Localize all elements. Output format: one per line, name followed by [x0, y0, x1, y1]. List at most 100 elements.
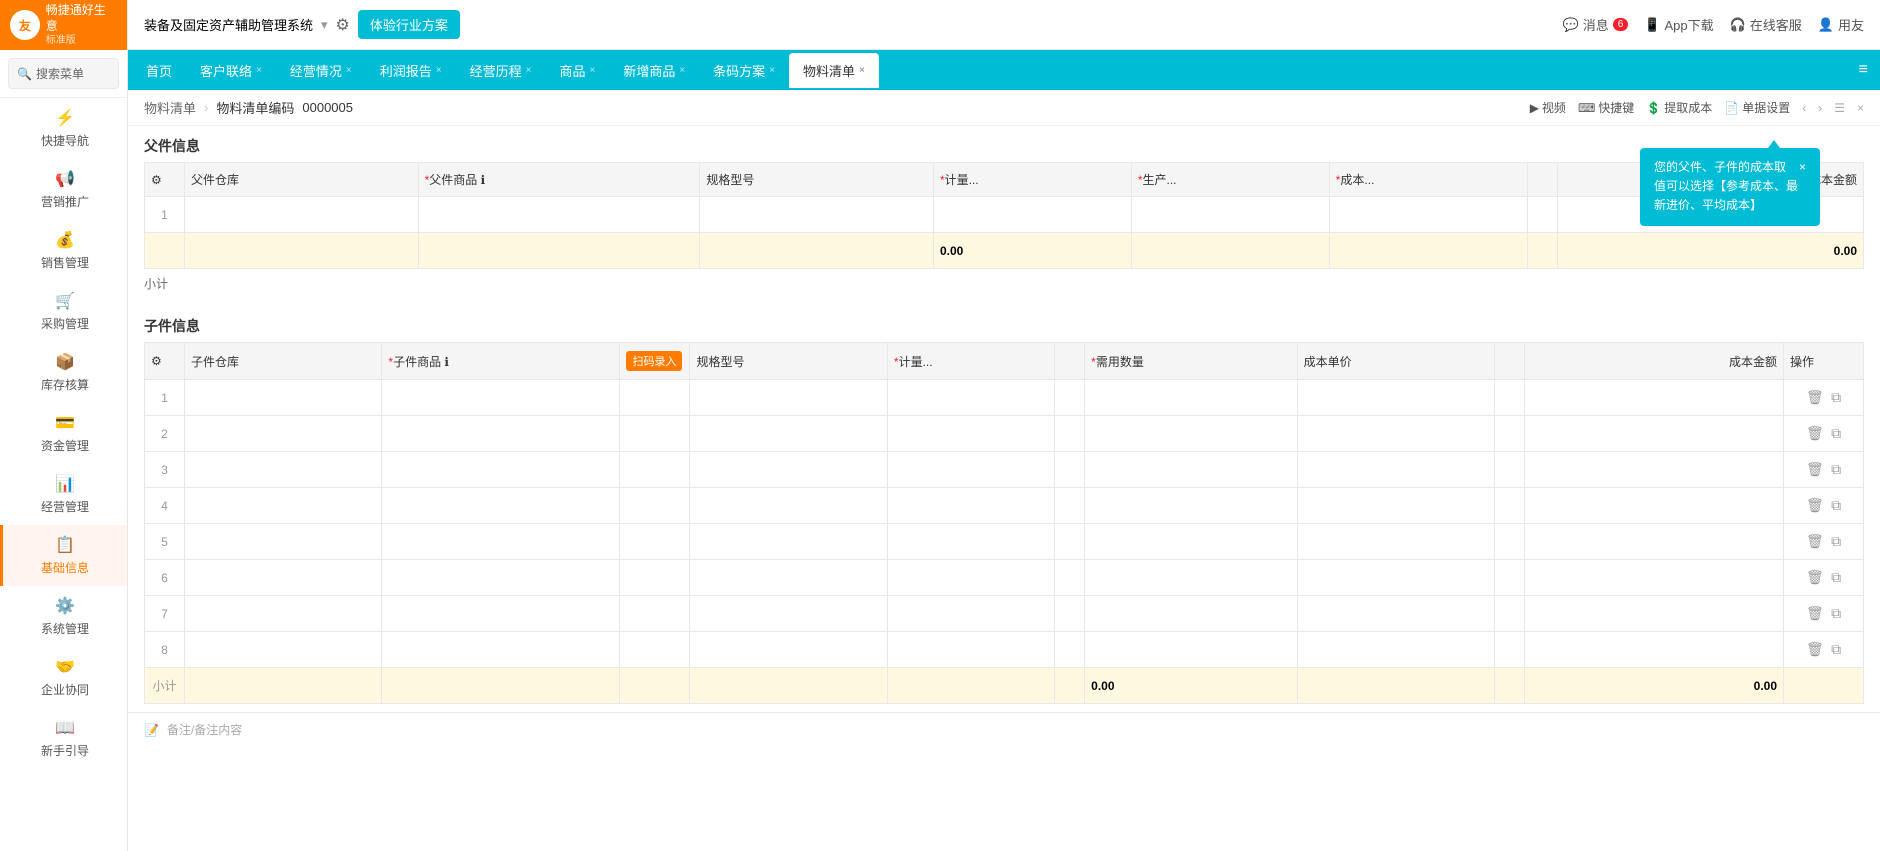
child-spec-cell[interactable] [690, 452, 887, 488]
delete-icon[interactable]: 🗑 [1806, 389, 1824, 405]
sidebar-item-purchase[interactable]: 🛒 采购管理 [0, 281, 127, 342]
tooltip-close-button[interactable]: × [1799, 158, 1806, 177]
child-warehouse-cell[interactable] [185, 416, 382, 452]
video-toolbar-item[interactable]: ▶ 视频 [1530, 99, 1566, 116]
child-unit-cost-cell[interactable] [1297, 488, 1494, 524]
child-warehouse-cell[interactable] [185, 632, 382, 668]
child-warehouse-cell[interactable] [185, 488, 382, 524]
cost-toolbar-item[interactable]: 💲 提取成本 [1646, 99, 1712, 116]
child-unit-cost-cell[interactable] [1297, 524, 1494, 560]
parent-cost-cell[interactable] [1329, 197, 1527, 233]
child-spec-cell[interactable] [690, 560, 887, 596]
child-spec-cell[interactable] [690, 488, 887, 524]
child-goods-cell[interactable] [382, 632, 620, 668]
tab-add-goods[interactable]: 新增商品 × [609, 53, 699, 88]
child-unit-cell[interactable] [887, 632, 1054, 668]
tab-home[interactable]: 首页 [132, 53, 186, 88]
child-warehouse-cell[interactable] [185, 452, 382, 488]
app-download-item[interactable]: 📱 App下载 [1644, 15, 1713, 34]
tab-close-icon[interactable]: × [436, 65, 442, 76]
child-unit-cost-cell[interactable] [1297, 416, 1494, 452]
tab-close-icon[interactable]: × [256, 65, 262, 76]
scan-input-button[interactable]: 扫码录入 [626, 351, 682, 371]
delete-icon[interactable]: 🗑 [1806, 533, 1824, 549]
child-warehouse-cell[interactable] [185, 560, 382, 596]
parent-warehouse-cell[interactable] [185, 197, 419, 233]
sidebar-item-guide[interactable]: 📖 新手引导 [0, 708, 127, 769]
child-spec-cell[interactable] [690, 380, 887, 416]
shortcut-toolbar-item[interactable]: ⌨ 快捷键 [1578, 99, 1634, 116]
parent-production-cell[interactable] [1131, 197, 1329, 233]
child-unit-cell[interactable] [887, 488, 1054, 524]
user-item[interactable]: 👤 用友 [1818, 15, 1864, 34]
child-unit-cell[interactable] [887, 596, 1054, 632]
delete-icon[interactable]: 🗑 [1806, 425, 1824, 441]
child-warehouse-cell[interactable] [185, 596, 382, 632]
dropdown-arrow-icon[interactable]: ▾ [321, 17, 328, 33]
tab-barcode[interactable]: 条码方案 × [699, 53, 789, 88]
copy-icon[interactable]: ⧉ [1831, 461, 1841, 477]
sidebar-item-quick-nav[interactable]: ⚡ 快捷导航 [0, 98, 127, 159]
tab-goods[interactable]: 商品 × [545, 53, 609, 88]
child-qty-cell[interactable] [1085, 488, 1298, 524]
experience-button[interactable]: 体验行业方案 [358, 10, 460, 39]
parent-goods-cell[interactable] [418, 197, 700, 233]
nav-prev-icon[interactable]: ‹ [1802, 101, 1806, 115]
copy-icon[interactable]: ⧉ [1831, 389, 1841, 405]
copy-icon[interactable]: ⧉ [1831, 497, 1841, 513]
search-menu-button[interactable]: 🔍 搜索菜单 [8, 58, 119, 89]
child-goods-cell[interactable] [382, 380, 620, 416]
copy-icon[interactable]: ⧉ [1831, 641, 1841, 657]
parent-settings-col[interactable]: ⚙ [145, 163, 185, 197]
child-unit-cost-cell[interactable] [1297, 380, 1494, 416]
child-goods-cell[interactable] [382, 488, 620, 524]
child-spec-cell[interactable] [690, 596, 887, 632]
child-unit-cell[interactable] [887, 524, 1054, 560]
nav-next-icon[interactable]: › [1818, 101, 1822, 115]
child-unit-cell[interactable] [887, 560, 1054, 596]
child-spec-cell[interactable] [690, 632, 887, 668]
child-spec-cell[interactable] [690, 416, 887, 452]
child-qty-cell[interactable] [1085, 632, 1298, 668]
child-goods-cell[interactable] [382, 596, 620, 632]
online-service-item[interactable]: 🎧 在线客服 [1730, 15, 1802, 34]
sidebar-item-finance[interactable]: 💳 资金管理 [0, 403, 127, 464]
child-settings-col[interactable]: ⚙ [145, 343, 185, 380]
close-page-icon[interactable]: × [1857, 101, 1864, 115]
child-spec-cell[interactable] [690, 524, 887, 560]
tab-operation-history[interactable]: 经营历程 × [456, 53, 546, 88]
delete-icon[interactable]: 🗑 [1806, 497, 1824, 513]
settings-toolbar-item[interactable]: 📄 单据设置 [1724, 99, 1790, 116]
sidebar-item-system[interactable]: ⚙️ 系统管理 [0, 586, 127, 647]
tab-close-icon[interactable]: × [526, 65, 532, 76]
copy-icon[interactable]: ⧉ [1831, 533, 1841, 549]
delete-icon[interactable]: 🗑 [1806, 569, 1824, 585]
child-unit-cost-cell[interactable] [1297, 560, 1494, 596]
tab-customer[interactable]: 客户联络 × [186, 53, 276, 88]
tab-operation-status[interactable]: 经营情况 × [276, 53, 366, 88]
child-unit-cost-cell[interactable] [1297, 596, 1494, 632]
tab-bom[interactable]: 物料清单 × [789, 53, 879, 88]
tab-profit-report[interactable]: 利润报告 × [366, 53, 456, 88]
sidebar-item-sales[interactable]: 💰 销售管理 [0, 220, 127, 281]
parent-spec-cell[interactable] [700, 197, 934, 233]
child-unit-cell[interactable] [887, 452, 1054, 488]
child-unit-cost-cell[interactable] [1297, 452, 1494, 488]
settings-icon[interactable]: ⚙ [336, 15, 350, 35]
child-unit-cell[interactable] [887, 380, 1054, 416]
child-warehouse-cell[interactable] [185, 524, 382, 560]
child-goods-cell[interactable] [382, 416, 620, 452]
tab-close-icon[interactable]: × [346, 65, 352, 76]
child-goods-cell[interactable] [382, 452, 620, 488]
parent-unit-cell[interactable] [933, 197, 1131, 233]
child-qty-cell[interactable] [1085, 452, 1298, 488]
tab-close-icon[interactable]: × [769, 65, 775, 76]
tab-close-icon[interactable]: × [589, 65, 595, 76]
child-qty-cell[interactable] [1085, 380, 1298, 416]
sidebar-item-basic[interactable]: 📋 基础信息 [0, 525, 127, 586]
sidebar-item-inventory[interactable]: 📦 库存核算 [0, 342, 127, 403]
child-qty-cell[interactable] [1085, 596, 1298, 632]
message-item[interactable]: 💬 消息 6 [1563, 15, 1629, 34]
delete-icon[interactable]: 🗑 [1806, 605, 1824, 621]
child-warehouse-cell[interactable] [185, 380, 382, 416]
